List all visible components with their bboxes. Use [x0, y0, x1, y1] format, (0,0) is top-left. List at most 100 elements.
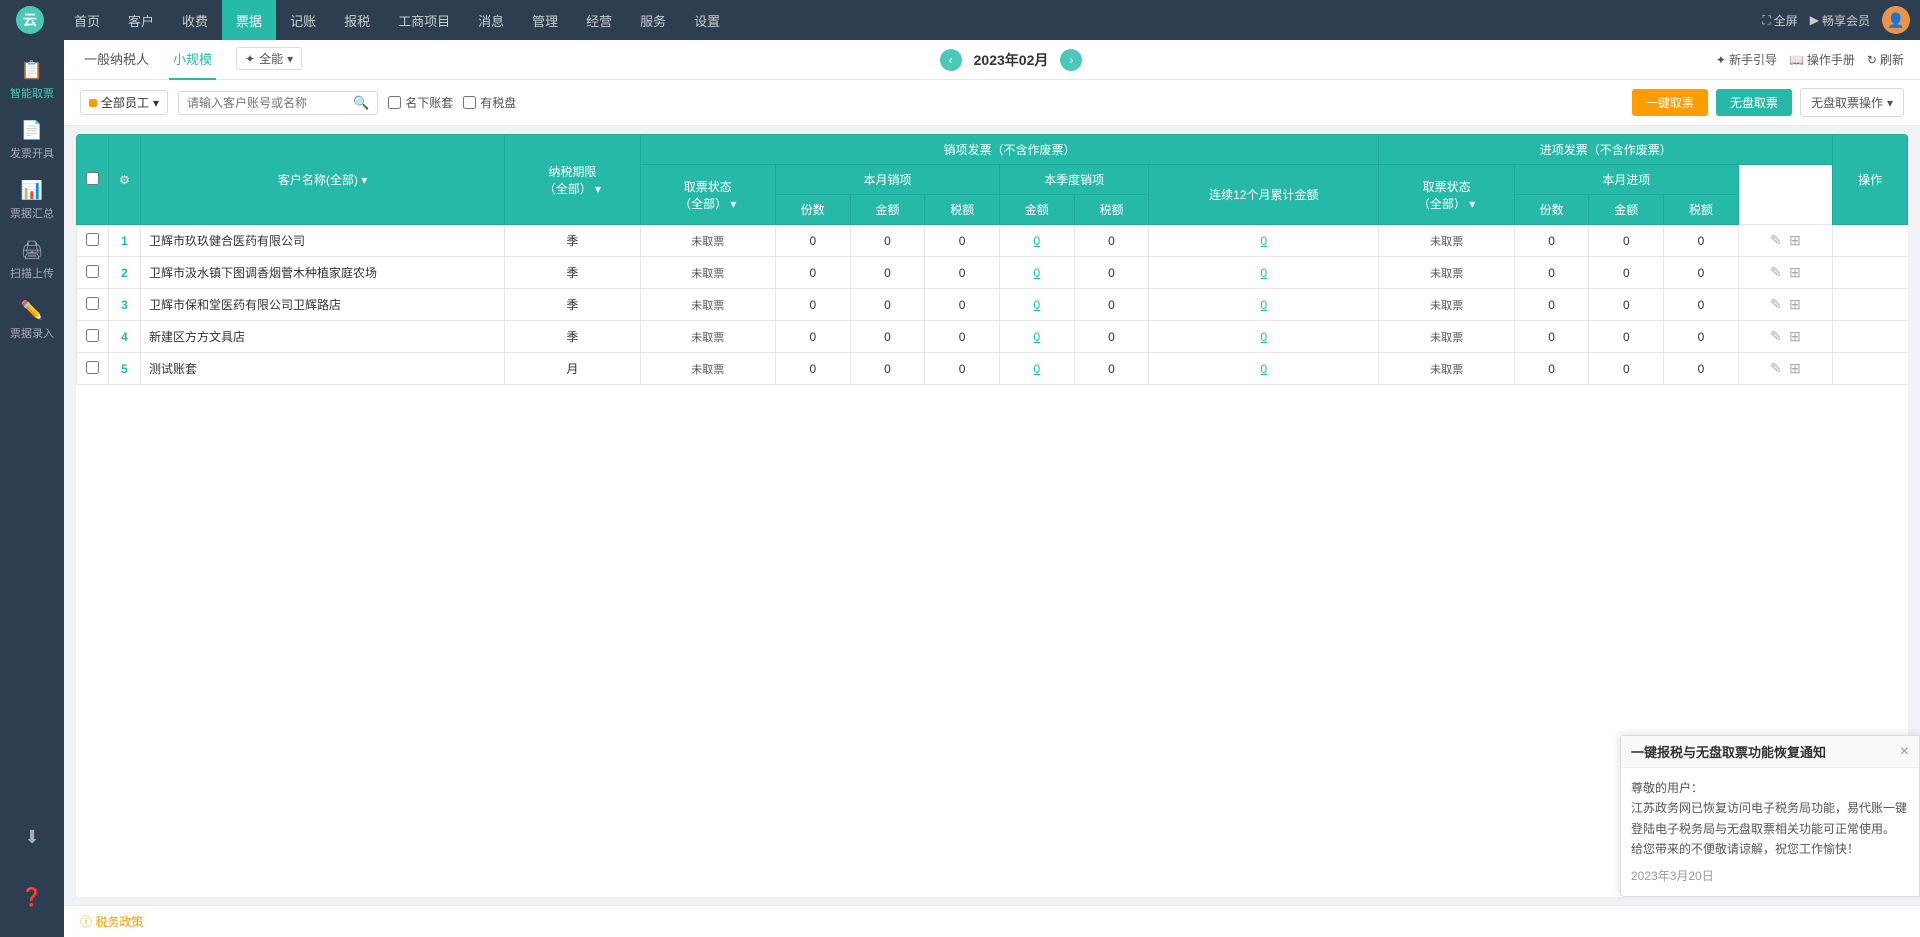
nav-item-管理[interactable]: 管理 [518, 0, 572, 40]
nav-item-记账[interactable]: 记账 [276, 0, 330, 40]
detail-icon-2[interactable]: ⊞ [1789, 296, 1801, 312]
employee-filter[interactable]: 全部员工 ▾ [80, 90, 168, 115]
row-fetch1-0: 未取票 [640, 225, 775, 257]
sub-tab-0[interactable]: 一般纳税人 [80, 40, 153, 80]
row-fetch1-3: 未取票 [640, 321, 775, 353]
sidebar-label-1: 发票开具 [10, 145, 54, 161]
row-in-shares-1: 0 [1514, 257, 1589, 289]
nav-item-工商项目[interactable]: 工商项目 [384, 0, 464, 40]
sub-tab-label-2: 全能 [259, 50, 283, 67]
tab-icon-quan: ✦ [245, 52, 255, 66]
nav-item-收费[interactable]: 收费 [168, 0, 222, 40]
row-num-3: 4 [109, 321, 141, 353]
nav-item-设置[interactable]: 设置 [680, 0, 734, 40]
sub-tab-2[interactable]: ✦ 全能 ▾ [232, 40, 306, 80]
row-fetch1-4: 未取票 [640, 353, 775, 385]
my-accounts-checkbox[interactable]: 名下账套 [388, 94, 453, 111]
th-checkbox [77, 135, 109, 225]
row-actions-4: ✎ ⊞ [1738, 353, 1832, 385]
edit-icon-1[interactable]: ✎ [1770, 264, 1782, 280]
row-checkbox-2[interactable] [77, 289, 109, 321]
th-fetch-status-purchase: 取票状态（全部） ▾ [1379, 165, 1514, 225]
sidebar-label-0: 智能取票 [10, 85, 54, 101]
user-avatar[interactable]: 👤 [1882, 6, 1910, 34]
member-btn[interactable]: ▶ 畅享会员 [1810, 12, 1870, 29]
detail-icon-0[interactable]: ⊞ [1789, 232, 1801, 248]
row-year-amount-4: 0 [1149, 353, 1379, 385]
nav-item-服务[interactable]: 服务 [626, 0, 680, 40]
row-month-tax-0: 0 [925, 225, 1000, 257]
row-quarter-tax-2: 0 [1074, 289, 1149, 321]
sidebar-item-0[interactable]: 📋智能取票 [0, 50, 64, 110]
notif-close-btn[interactable]: × [1900, 743, 1909, 761]
table-row: 3 卫辉市保和堂医药有限公司卫辉路店 季 未取票 0 0 0 0 0 0 未取票… [77, 289, 1908, 321]
nav-item-首页[interactable]: 首页 [60, 0, 114, 40]
edit-icon-0[interactable]: ✎ [1770, 232, 1782, 248]
guide-btn[interactable]: ✦ 新手引导 [1716, 51, 1777, 68]
row-year-amount-2: 0 [1149, 289, 1379, 321]
row-period-2: 季 [505, 289, 640, 321]
search-icon[interactable]: 🔍 [353, 95, 369, 111]
edit-icon-4[interactable]: ✎ [1770, 360, 1782, 376]
sidebar-item-1[interactable]: 📄发票开具 [0, 110, 64, 170]
nav-item-经营[interactable]: 经营 [572, 0, 626, 40]
refresh-btn[interactable]: ↻ 刷新 [1867, 51, 1904, 68]
row-in-shares-4: 0 [1514, 353, 1589, 385]
row-checkbox-1[interactable] [77, 257, 109, 289]
sidebar-label-2: 票据汇总 [10, 205, 54, 221]
edit-icon-3[interactable]: ✎ [1770, 328, 1782, 344]
row-num-1: 2 [109, 257, 141, 289]
fullscreen-btn[interactable]: ⛶ 全屏 [1762, 12, 1797, 29]
toolbar-right: 一键取票 无盘取票 无盘取票操作 ▾ [1632, 88, 1904, 117]
sidebar-item-2[interactable]: 📊 票据汇总 [0, 170, 64, 230]
manual-btn[interactable]: 📖 操作手册 [1789, 51, 1855, 68]
sidebar-bottom-0[interactable]: ⬇ [0, 807, 64, 867]
th-month-tax: 税额 [925, 195, 1000, 225]
edit-icon-2[interactable]: ✎ [1770, 296, 1782, 312]
detail-icon-3[interactable]: ⊞ [1789, 328, 1801, 344]
tax-policy-link[interactable]: ⓘ 税务政策 [80, 913, 143, 930]
sidebar-bottom-icon-0: ⬇ [24, 827, 39, 848]
detail-icon-1[interactable]: ⊞ [1789, 264, 1801, 280]
nav-item-报税[interactable]: 报税 [330, 0, 384, 40]
no-disk-ops-btn[interactable]: 无盘取票操作 ▾ [1800, 88, 1904, 117]
row-checkbox-4[interactable] [77, 353, 109, 385]
row-quarter-amount-1: 0 [999, 257, 1074, 289]
row-quarter-tax-3: 0 [1074, 321, 1149, 353]
one-key-fetch-btn[interactable]: 一键取票 [1632, 89, 1708, 116]
sidebar-bottom-1[interactable]: ❓ [0, 867, 64, 927]
month-nav: ‹ 2023年02月 › [326, 49, 1696, 71]
row-checkbox-3[interactable] [77, 321, 109, 353]
th-setting: ⚙ [109, 135, 141, 225]
detail-icon-4[interactable]: ⊞ [1789, 360, 1801, 376]
nav-item-票据[interactable]: 票据 [222, 0, 276, 40]
row-month-tax-2: 0 [925, 289, 1000, 321]
row-period-4: 月 [505, 353, 640, 385]
row-period-3: 季 [505, 321, 640, 353]
no-disk-fetch-btn[interactable]: 无盘取票 [1716, 89, 1792, 116]
th-sales-group: 销项发票（不含作废票） [640, 135, 1379, 165]
row-in-shares-2: 0 [1514, 289, 1589, 321]
notif-content: 江苏政务网已恢复访问电子税务局功能，易代账一键登陆电子税务局与无盘取票相关功能可… [1631, 798, 1909, 839]
row-quarter-tax-1: 0 [1074, 257, 1149, 289]
row-month-shares-4: 0 [775, 353, 850, 385]
sidebar-item-4[interactable]: ✏️票据录入 [0, 290, 64, 350]
next-month-btn[interactable]: › [1060, 49, 1082, 71]
row-in-tax-2: 0 [1664, 289, 1739, 321]
filter-dot [89, 99, 97, 107]
prev-month-btn[interactable]: ‹ [940, 49, 962, 71]
sidebar-icon-2: 📊 [21, 180, 43, 201]
search-input[interactable] [187, 96, 347, 110]
top-nav: 云 首页客户收费票据记账报税工商项目消息管理经营服务设置 ⛶ 全屏 ▶ 畅享会员… [0, 0, 1920, 40]
has-tax-disk-checkbox[interactable]: 有税盘 [463, 94, 516, 111]
sidebar-item-3[interactable]: 🖨扫描上传 [0, 230, 64, 290]
nav-item-客户[interactable]: 客户 [114, 0, 168, 40]
sub-tab-1[interactable]: 小规模 [169, 40, 216, 80]
row-checkbox-0[interactable] [77, 225, 109, 257]
bottom-bar: ⓘ 税务政策 [64, 905, 1920, 937]
nav-right: ⛶ 全屏 ▶ 畅享会员 👤 [1762, 6, 1910, 34]
select-all-checkbox[interactable] [86, 172, 99, 185]
sub-tabs-right: ✦ 新手引导 📖 操作手册 ↻ 刷新 [1716, 51, 1904, 68]
nav-item-消息[interactable]: 消息 [464, 0, 518, 40]
th-customer-name: 客户名称(全部) ▾ [141, 135, 505, 225]
